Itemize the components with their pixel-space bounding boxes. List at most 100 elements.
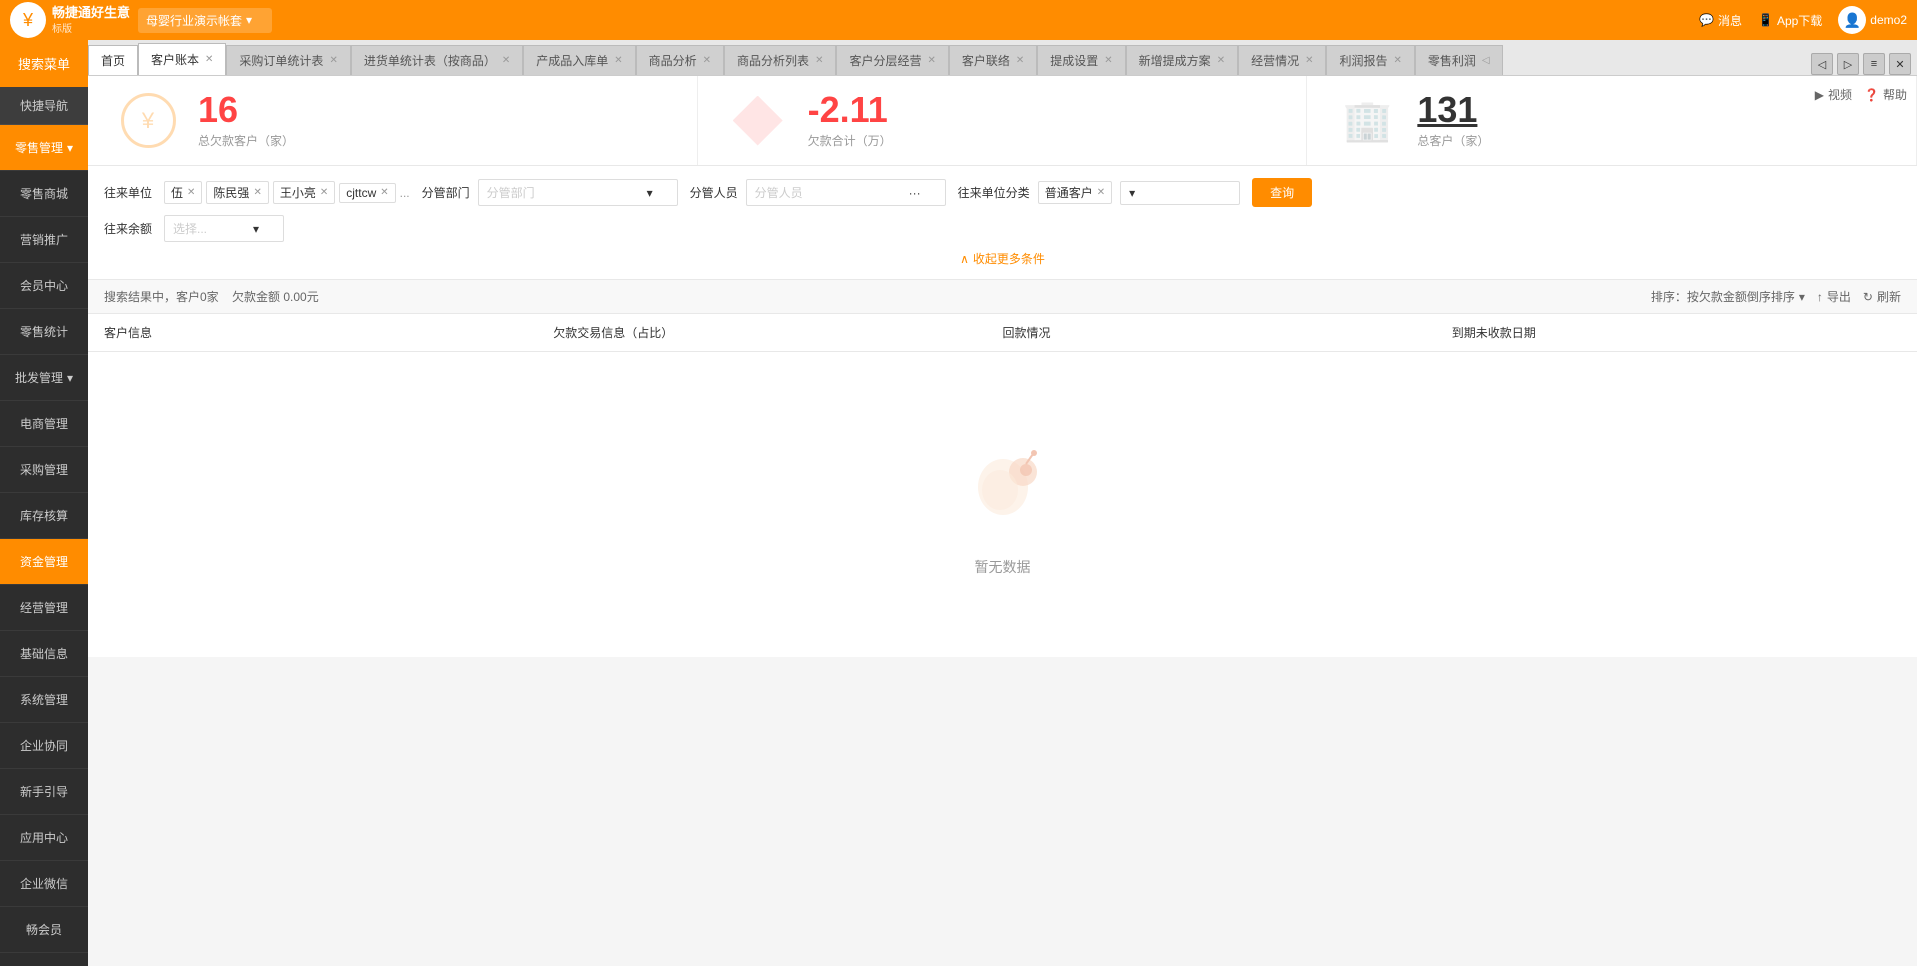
collapse-section: ∧ 收起更多条件 — [104, 250, 1901, 267]
sidebar-item-label: 系统管理 — [20, 693, 68, 707]
tab-close-icon[interactable]: ✕ — [205, 54, 213, 65]
tab-close-icon[interactable]: ✕ — [614, 55, 622, 66]
tab-menu-btn[interactable]: ≡ — [1863, 53, 1885, 75]
sort-label: 排序：按欠款金额倒序排序 — [1651, 288, 1795, 305]
sidebar-item-enterprise-collab[interactable]: 企业协同 — [0, 723, 88, 769]
stat-icon-building: 🏢 — [1337, 91, 1397, 151]
tab-home[interactable]: 首页 — [88, 45, 138, 75]
sidebar-item-purchase-mgmt[interactable]: 采购管理 — [0, 447, 88, 493]
tab-new-promotion[interactable]: 新增提成方案 ✕ — [1126, 45, 1238, 75]
sidebar-item-retail-stats[interactable]: 零售统计 — [0, 309, 88, 355]
tab-bar: 首页 客户账本 ✕ 采购订单统计表 ✕ 进货单统计表（按商品） ✕ 产成品入库单… — [88, 40, 1917, 76]
sidebar-item-finance[interactable]: 资金管理 — [0, 539, 88, 585]
messages-action[interactable]: 💬 消息 — [1699, 12, 1742, 29]
tab-close-icon[interactable]: ✕ — [1394, 55, 1402, 66]
stat-value-customers2: 131 — [1417, 92, 1489, 128]
sidebar-item-enterprise-wechat[interactable]: 企业微信 — [0, 861, 88, 907]
content-area: 首页 客户账本 ✕ 采购订单统计表 ✕ 进货单统计表（按商品） ✕ 产成品入库单… — [88, 40, 1917, 966]
sidebar-item-retail-mgmt[interactable]: 零售管理 ▾ — [0, 125, 88, 171]
tab-close-icon[interactable]: ✕ — [1305, 55, 1313, 66]
sidebar-item-operations[interactable]: 经营管理 — [0, 585, 88, 631]
tab-customer-book[interactable]: 客户账本 ✕ — [138, 43, 226, 75]
search-result-bar: 搜索结果中，客户0家 欠款金额 0.00元 排序：按欠款金额倒序排序 ▾ ↑ 导… — [88, 280, 1917, 314]
tab-close-icon[interactable]: ✕ — [703, 55, 711, 66]
sidebar-item-new-guide[interactable]: 新手引导 — [0, 769, 88, 815]
sidebar-item-label: 零售统计 — [20, 325, 68, 339]
stat-text-debt: -2.11 欠款合计（万） — [808, 92, 892, 149]
sidebar-item-label: 应用中心 — [20, 831, 68, 845]
sidebar-item-member-center[interactable]: 会员中心 — [0, 263, 88, 309]
query-button[interactable]: 查询 — [1252, 178, 1312, 207]
tab-profit-report[interactable]: 利润报告 ✕ — [1326, 45, 1414, 75]
sort-button[interactable]: 排序：按欠款金额倒序排序 ▾ — [1651, 288, 1805, 305]
download-icon: 📱 — [1758, 13, 1773, 27]
chevron-down-icon: ▾ — [67, 141, 73, 155]
tab-label: 进货单统计表（按商品） — [364, 52, 496, 69]
tab-close-all-btn[interactable]: ✕ — [1889, 53, 1911, 75]
tab-customer-contact[interactable]: 客户联络 ✕ — [949, 45, 1037, 75]
tab-label: 采购订单统计表 — [239, 52, 323, 69]
close-icon[interactable]: ✕ — [187, 187, 195, 198]
tab-close-icon[interactable]: ✕ — [927, 55, 935, 66]
stat-total-customers: ¥ 16 总欠款客户（家） — [88, 76, 698, 165]
tab-operations-status[interactable]: 经营情况 ✕ — [1238, 45, 1326, 75]
sidebar-item-member-vip[interactable]: 畅会员 — [0, 907, 88, 953]
tab-label: 提成设置 — [1050, 52, 1098, 69]
dept-select[interactable]: 分管部门 ▾ — [478, 179, 678, 206]
user-profile[interactable]: 👤 demo2 — [1838, 6, 1907, 34]
refresh-button[interactable]: ↻ 刷新 — [1863, 288, 1901, 305]
tab-nav-right[interactable]: ▷ — [1837, 53, 1859, 75]
category-select[interactable]: ▾ — [1120, 181, 1240, 205]
tab-purchase-order-stats[interactable]: 采购订单统计表 ✕ — [226, 45, 350, 75]
industry-selector[interactable]: 母婴行业演示帐套 ▾ — [138, 8, 272, 33]
collapse-button[interactable]: ∧ 收起更多条件 — [960, 250, 1045, 267]
close-icon[interactable]: ✕ — [320, 187, 328, 198]
sidebar-item-label: 库存核算 — [20, 509, 68, 523]
sidebar-item-basic-info[interactable]: 基础信息 — [0, 631, 88, 677]
sidebar-item-retail-mall[interactable]: 零售商城 — [0, 171, 88, 217]
tab-nav-left[interactable]: ◁ — [1811, 53, 1833, 75]
filter-area: 往来单位 伍 ✕ 陈民强 ✕ 王小亮 — [88, 166, 1917, 280]
tab-close-icon[interactable]: ✕ — [1217, 55, 1225, 66]
person-select[interactable]: 分管人员 ··· — [746, 179, 946, 206]
close-icon[interactable]: ✕ — [380, 187, 388, 198]
quick-nav-button[interactable]: 快捷导航 — [0, 87, 88, 125]
more-tags-btn[interactable]: ... — [400, 186, 410, 200]
filter-tag-cjttcw: cjttcw ✕ — [339, 183, 395, 203]
chevron-down-icon: ▾ — [67, 371, 73, 385]
tab-promotion-settings[interactable]: 提成设置 ✕ — [1037, 45, 1125, 75]
sidebar-item-inventory[interactable]: 库存核算 — [0, 493, 88, 539]
tab-product-inbound[interactable]: 产成品入库单 ✕ — [523, 45, 635, 75]
tab-product-analysis-list[interactable]: 商品分析列表 ✕ — [724, 45, 836, 75]
search-menu-button[interactable]: 搜索菜单 — [8, 50, 80, 77]
sidebar-item-label: 电商管理 — [20, 417, 68, 431]
tab-close-icon[interactable]: ✕ — [329, 55, 337, 66]
sidebar-item-label: 会员中心 — [20, 279, 68, 293]
tab-close-icon[interactable]: ✕ — [1016, 55, 1024, 66]
stat-text-customers2: 131 总客户（家） — [1417, 92, 1489, 149]
message-icon: 💬 — [1699, 13, 1714, 27]
tab-product-analysis[interactable]: 商品分析 ✕ — [636, 45, 724, 75]
help-link[interactable]: ❓ 帮助 — [1864, 86, 1907, 103]
tab-close-icon[interactable]: ✕ — [815, 55, 823, 66]
tab-close-icon[interactable]: ✕ — [502, 55, 510, 66]
close-icon[interactable]: ✕ — [253, 187, 261, 198]
video-link[interactable]: ▶ 视频 — [1815, 86, 1852, 103]
tab-customer-segment[interactable]: 客户分层经营 ✕ — [836, 45, 948, 75]
tab-inbound-stats[interactable]: 进货单统计表（按商品） ✕ — [351, 45, 523, 75]
export-button[interactable]: ↑ 导出 — [1817, 288, 1851, 305]
tab-retail-profit[interactable]: 零售利润 ◁ — [1415, 45, 1503, 75]
balance-select[interactable]: 选择... ▾ — [164, 215, 284, 242]
dept-filter-label: 分管部门 — [422, 184, 470, 201]
sidebar-item-app-center[interactable]: 应用中心 — [0, 815, 88, 861]
close-icon[interactable]: ✕ — [1097, 187, 1105, 198]
tab-close-icon[interactable]: ◁ — [1482, 55, 1490, 66]
sidebar-item-marketing[interactable]: 营销推广 — [0, 217, 88, 263]
chevron-down-icon: ▾ — [647, 186, 653, 200]
filter-tag-normal-customer: 普通客户 ✕ — [1038, 181, 1112, 204]
sidebar-item-system-mgmt[interactable]: 系统管理 — [0, 677, 88, 723]
tab-close-icon[interactable]: ✕ — [1104, 55, 1112, 66]
sidebar-item-wholesale-mgmt[interactable]: 批发管理 ▾ — [0, 355, 88, 401]
sidebar-item-ecommerce[interactable]: 电商管理 — [0, 401, 88, 447]
app-download-action[interactable]: 📱 App下载 — [1758, 12, 1822, 29]
